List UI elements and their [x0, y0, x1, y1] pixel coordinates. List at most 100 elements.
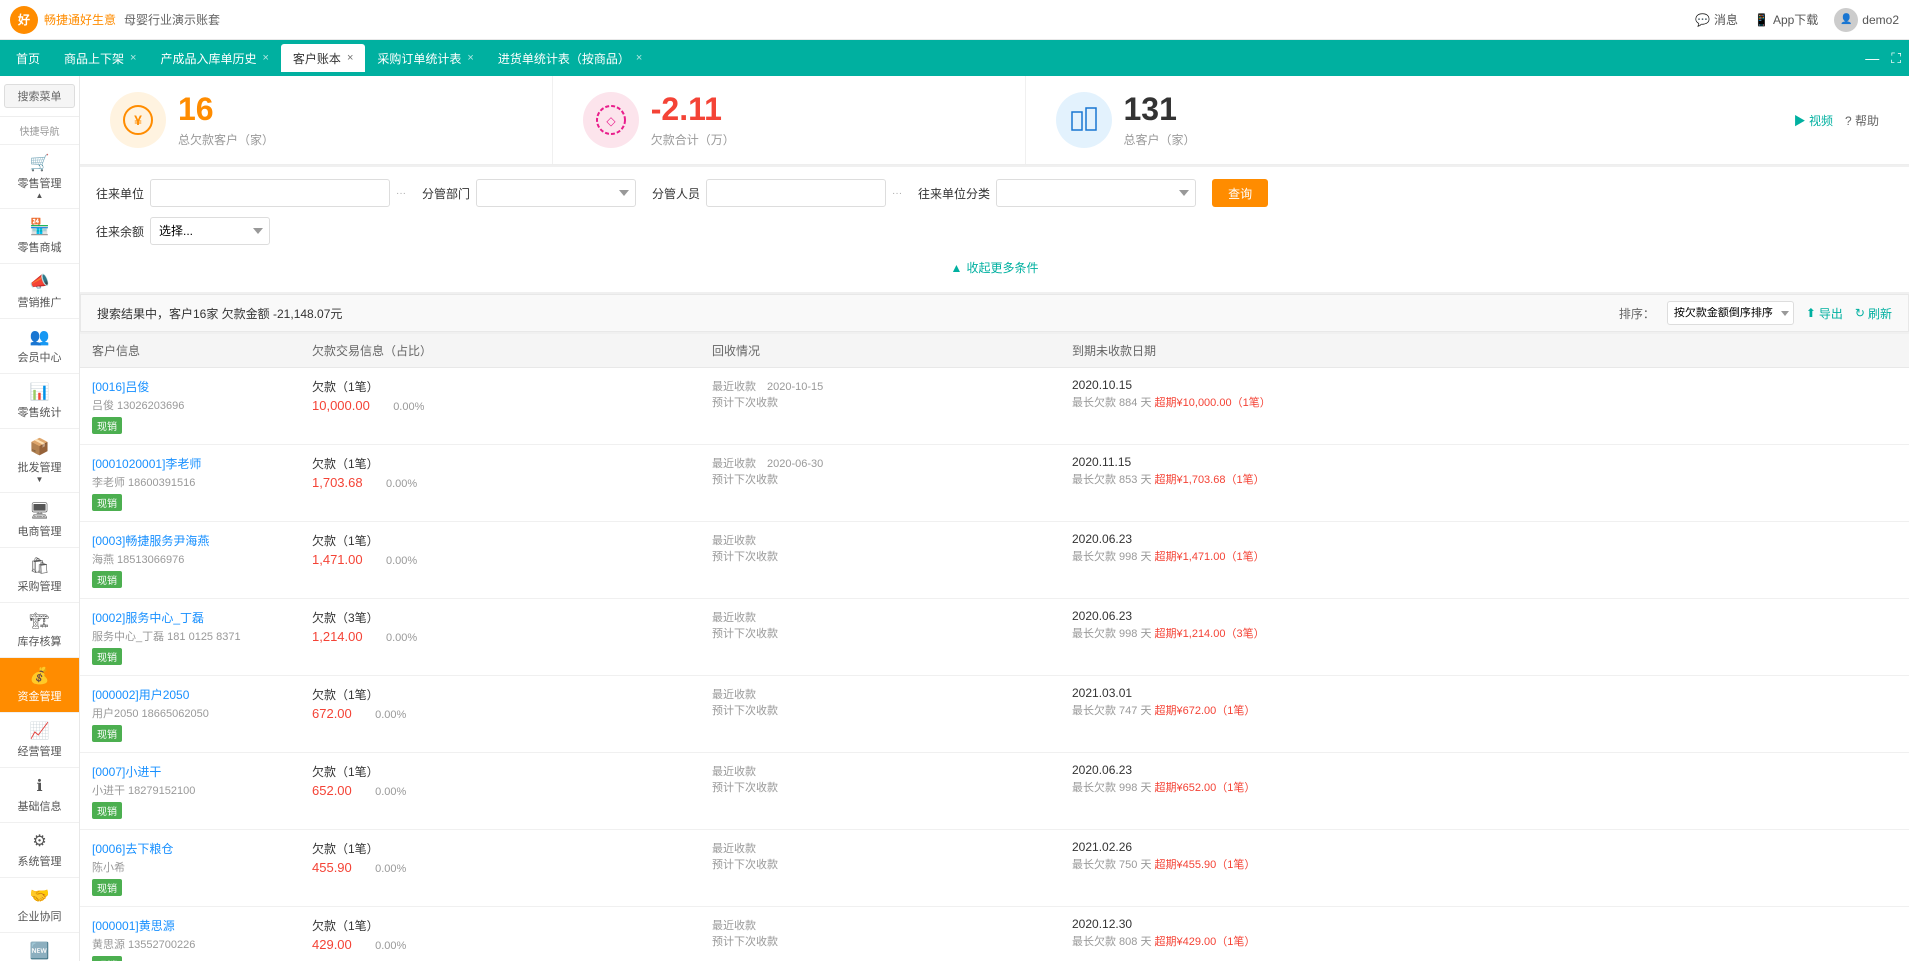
tab-maximize-btn[interactable]: ⛶ [1887, 48, 1905, 69]
overdue-amount-link-0[interactable]: 超期¥10,000.00（1笔） [1155, 397, 1271, 409]
sidebar-item-basic-info[interactable]: ℹ 基础信息 [0, 768, 79, 823]
collapse-btn[interactable]: ▲ 收起更多条件 [947, 255, 1043, 280]
refresh-btn[interactable]: ↻ 刷新 [1855, 305, 1892, 322]
video-link[interactable]: ▶ 视频 [1794, 112, 1833, 129]
sidebar-item-retail-stats[interactable]: 📊 零售统计 [0, 374, 79, 429]
tab-minimize-btn[interactable]: — [1861, 48, 1883, 68]
cell-debt-0: 欠款（1笔） 10,000.00 0.00% [300, 368, 700, 445]
cell-customer-1: [0001020001]李老师 李老师 18600391516 现销 [80, 445, 300, 522]
debt-amount-7[interactable]: 429.00 [312, 937, 352, 952]
sidebar-item-batch-mgmt[interactable]: 📦 批发管理 ▼ [0, 429, 79, 493]
tab-purchase-order[interactable]: 采购订单统计表 × [365, 44, 485, 72]
customer-name-7[interactable]: [000001]黄思源 [92, 917, 288, 934]
finance-icon: 💰 [30, 666, 50, 686]
table-row: [0002]服务中心_丁磊 服务中心_丁磊 181 0125 8371 现销 欠… [80, 599, 1909, 676]
overdue-days-1: 最长欠款 853 天 超期¥1,703.68（1笔） [1072, 471, 1897, 487]
filter-row-2: 往来余额 选择... [96, 217, 1893, 245]
overdue-amount-link-4[interactable]: 超期¥672.00（1笔） [1155, 705, 1256, 717]
help-link[interactable]: ? 帮助 [1845, 112, 1879, 129]
cell-due-1: 2020.11.15 最长欠款 853 天 超期¥1,703.68（1笔） [1060, 445, 1909, 522]
stat-label-3: 总客户（家） [1124, 131, 1196, 148]
filter-dept-select[interactable] [476, 179, 636, 207]
debt-amount-4[interactable]: 672.00 [312, 706, 352, 721]
sidebar-search-btn[interactable]: 搜索菜单 [4, 84, 75, 108]
customer-name-6[interactable]: [0006]去下粮仓 [92, 840, 288, 857]
debt-amount-5[interactable]: 652.00 [312, 783, 352, 798]
sidebar-item-finance[interactable]: 💰 资金管理 [0, 658, 79, 713]
table-row: [0007]小进干 小进干 18279152100 现销 欠款（1笔） 652.… [80, 753, 1909, 830]
table-row: [0016]吕俊 吕俊 13026203696 现销 欠款（1笔） 10,000… [80, 368, 1909, 445]
tab-history-close[interactable]: × [262, 52, 268, 64]
collection-next-6: 预计下次收款 [712, 856, 1048, 872]
sidebar-item-system[interactable]: ⚙ 系统管理 [0, 823, 79, 878]
tab-history[interactable]: 产成品入库单历史 × [148, 44, 280, 72]
sidebar-item-purchase[interactable]: 🛍 采购管理 [0, 548, 79, 603]
filter-person-input[interactable] [706, 179, 886, 207]
table-row: [000001]黄思源 黄思源 13552700226 现销 欠款（1笔） 42… [80, 907, 1909, 961]
sort-select[interactable]: 按欠款金额倒序排序 [1667, 301, 1794, 325]
overdue-date-7: 2020.12.30 [1072, 917, 1897, 931]
filter-source-unit-dots[interactable]: ··· [396, 188, 406, 199]
tab-purchase-order-close[interactable]: × [467, 52, 473, 64]
table-row: [0001020001]李老师 李老师 18600391516 现销 欠款（1笔… [80, 445, 1909, 522]
overdue-amount-link-2[interactable]: 超期¥1,471.00（1笔） [1155, 551, 1265, 563]
tab-customer-account-close[interactable]: × [347, 52, 353, 64]
customer-tag-3: 现销 [92, 648, 122, 665]
overdue-amount-link-5[interactable]: 超期¥652.00（1笔） [1155, 782, 1256, 794]
user-menu[interactable]: 👤 demo2 [1834, 8, 1899, 32]
customer-tag-4: 现销 [92, 725, 122, 742]
overdue-amount-link-7[interactable]: 超期¥429.00（1笔） [1155, 936, 1256, 948]
sidebar-item-new-guide[interactable]: 🆕 新手引导 [0, 933, 79, 961]
cell-collection-5: 最近收款 预计下次收款 [700, 753, 1060, 830]
sidebar-item-operations[interactable]: 📈 经营管理 [0, 713, 79, 768]
purchase-icon: 🛍 [29, 556, 49, 576]
table-container: 客户信息 欠款交易信息（占比） 回收情况 到期未收款日期 [0016]吕俊 吕俊… [80, 334, 1909, 961]
sidebar-item-enterprise[interactable]: 🤝 企业协同 [0, 878, 79, 933]
debt-amount-3[interactable]: 1,214.00 [312, 629, 363, 644]
overdue-amount-link-1[interactable]: 超期¥1,703.68（1笔） [1155, 474, 1265, 486]
filter-source-unit-input[interactable] [150, 179, 390, 207]
customer-name-4[interactable]: [000002]用户2050 [92, 686, 288, 703]
tabs-bar: 首页 商品上下架 × 产成品入库单历史 × 客户账本 × 采购订单统计表 × 进… [0, 40, 1909, 76]
tab-incoming-stats[interactable]: 进货单统计表（按商品） × [486, 44, 654, 72]
sidebar-item-retail-mall[interactable]: 🏪 零售商城 [0, 209, 79, 264]
tab-home-label: 首页 [16, 50, 40, 67]
filter-balance-select[interactable]: 选择... [150, 217, 270, 245]
debt-amount-1[interactable]: 1,703.68 [312, 475, 363, 490]
debt-amount-0[interactable]: 10,000.00 [312, 398, 370, 413]
tab-incoming-stats-close[interactable]: × [636, 52, 642, 64]
message-btn[interactable]: 💬 消息 [1695, 11, 1738, 28]
cell-collection-2: 最近收款 预计下次收款 [700, 522, 1060, 599]
customer-name-5[interactable]: [0007]小进干 [92, 763, 288, 780]
customer-name-1[interactable]: [0001020001]李老师 [92, 455, 288, 472]
customer-name-0[interactable]: [0016]吕俊 [92, 378, 288, 395]
tab-products-close[interactable]: × [130, 52, 136, 64]
debt-amount-2[interactable]: 1,471.00 [312, 552, 363, 567]
cell-customer-7: [000001]黄思源 黄思源 13552700226 现销 [80, 907, 300, 961]
debt-amount-6[interactable]: 455.90 [312, 860, 352, 875]
overdue-amount-link-6[interactable]: 超期¥455.90（1笔） [1155, 859, 1256, 871]
sidebar-item-member[interactable]: 👥 会员中心 [0, 319, 79, 374]
logo-icon: 好 [10, 6, 38, 34]
chevron-up-icon: ▲ [951, 261, 963, 275]
export-btn[interactable]: ⬆ 导出 [1806, 305, 1843, 322]
sidebar-item-ecommerce[interactable]: 🖥 电商管理 [0, 493, 79, 548]
quick-nav-label: 快捷导航 [20, 123, 60, 138]
main-layout: 搜索菜单 快捷导航 🛒 零售管理 ▲ 🏪 零售商城 📣 营销推广 👥 会员中心 [0, 76, 1909, 961]
cell-collection-0: 最近收款 2020-10-15 预计下次收款 [700, 368, 1060, 445]
app-download-btn[interactable]: 📱 App下载 [1754, 11, 1818, 28]
tab-home[interactable]: 首页 [4, 44, 52, 72]
overdue-amount-link-3[interactable]: 超期¥1,214.00（3笔） [1155, 628, 1265, 640]
filter-source-category-select[interactable] [996, 179, 1196, 207]
collection-date-6: 最近收款 [712, 840, 1048, 856]
filter-person-dots[interactable]: ··· [892, 188, 902, 199]
sidebar-item-marketing[interactable]: 📣 营销推广 [0, 264, 79, 319]
customer-name-2[interactable]: [0003]畅捷服务尹海燕 [92, 532, 288, 549]
sidebar-item-inventory[interactable]: 🏗 库存核算 [0, 603, 79, 658]
query-button[interactable]: 查询 [1212, 179, 1268, 207]
tab-products[interactable]: 商品上下架 × [52, 44, 148, 72]
collection-next-5: 预计下次收款 [712, 779, 1048, 795]
sidebar-item-retail-mgmt[interactable]: 🛒 零售管理 ▲ [0, 145, 79, 209]
customer-name-3[interactable]: [0002]服务中心_丁磊 [92, 609, 288, 626]
tab-customer-account[interactable]: 客户账本 × [281, 44, 365, 72]
